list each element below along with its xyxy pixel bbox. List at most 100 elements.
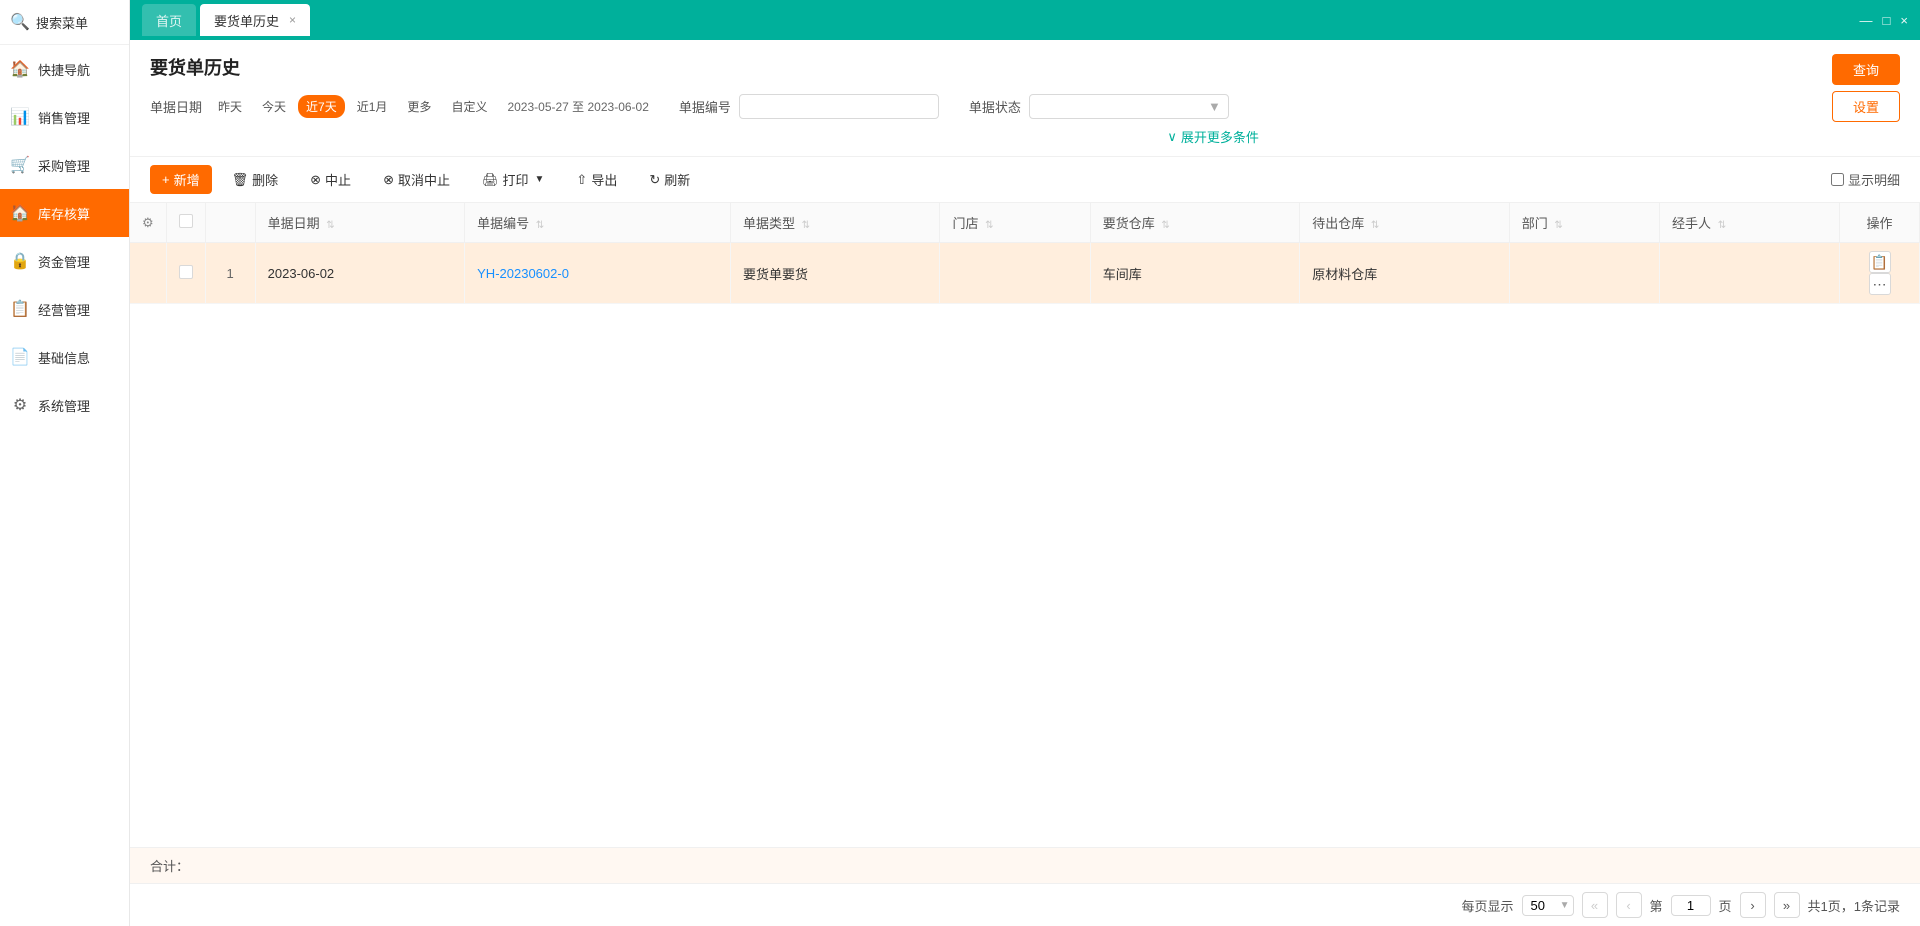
row-bill-no: YH-20230602-0 xyxy=(465,243,731,304)
refresh-label: 刷新 xyxy=(664,170,690,189)
row-more-btn[interactable]: ⋯ xyxy=(1869,273,1891,295)
col-bill-type-label: 单据类型 xyxy=(743,216,795,231)
print-icon: 🖨 xyxy=(482,172,499,188)
status-label: 单据状态 xyxy=(969,97,1021,116)
page-header: 要货单历史 单据日期 昨天 今天 近7天 近1月 更多 自定义 xyxy=(130,40,1920,157)
page-input[interactable] xyxy=(1671,895,1711,916)
query-button[interactable]: 查询 xyxy=(1832,54,1900,85)
show-detail-checkbox[interactable] xyxy=(1831,173,1844,186)
col-handler-sort-icon[interactable]: ⇅ xyxy=(1718,220,1726,231)
col-date-sort-icon[interactable]: ⇅ xyxy=(326,220,334,231)
col-store-sort-icon[interactable]: ⇅ xyxy=(985,220,993,231)
table-row: 1 2023-06-02 YH-20230602-0 要货单要货 车间库 原材料… xyxy=(130,243,1920,304)
tab-close-icon[interactable]: × xyxy=(289,13,296,27)
col-setting[interactable]: ⚙ xyxy=(130,203,166,243)
tab-requisition-history[interactable]: 要货单历史 × xyxy=(200,4,310,36)
row-bill-no-link[interactable]: YH-20230602-0 xyxy=(477,266,569,281)
new-button[interactable]: + 新增 xyxy=(150,165,212,194)
col-department-sort-icon[interactable]: ⇅ xyxy=(1554,220,1562,231)
sidebar-item-quick-nav[interactable]: 🏠 快捷导航 xyxy=(0,45,129,93)
col-handler: 经手人 ⇅ xyxy=(1660,203,1840,243)
row-setting xyxy=(130,243,166,304)
gear-icon: ⚙ xyxy=(10,395,30,415)
col-req-warehouse: 要货仓库 ⇅ xyxy=(1090,203,1299,243)
expand-more-btn[interactable]: ∨ 展开更多条件 xyxy=(1167,127,1259,146)
tab-home[interactable]: 首页 xyxy=(142,4,196,36)
delete-button[interactable]: 🗑 删除 xyxy=(220,165,291,194)
window-minimize-icon[interactable]: — xyxy=(1860,13,1873,28)
row-department xyxy=(1509,243,1659,304)
topbar-right: — □ × xyxy=(1860,13,1908,28)
col-pending-warehouse-sort-icon[interactable]: ⇅ xyxy=(1371,220,1379,231)
topbar: 首页 要货单历史 × — □ × xyxy=(130,0,1920,40)
stop-button[interactable]: ⊗ 中止 xyxy=(298,165,363,194)
new-label: 新增 xyxy=(174,170,200,189)
stop-icon: ⊗ xyxy=(310,172,321,188)
sidebar-item-basic[interactable]: 📄 基础信息 xyxy=(0,333,129,381)
date-btn-today[interactable]: 今天 xyxy=(254,95,294,118)
export-button[interactable]: ⇧ 导出 xyxy=(564,165,629,194)
export-icon: ⇧ xyxy=(576,172,587,188)
refresh-button[interactable]: ↻ 刷新 xyxy=(637,165,702,194)
page-size-select[interactable]: 50 100 200 xyxy=(1522,895,1574,916)
first-page-btn[interactable]: « xyxy=(1582,892,1608,918)
date-btn-yesterday[interactable]: 昨天 xyxy=(210,95,250,118)
toolbar-right: 显示明细 xyxy=(1831,170,1900,189)
status-select[interactable] xyxy=(1029,94,1229,119)
sidebar-item-system[interactable]: ⚙ 系统管理 xyxy=(0,381,129,429)
total-label: 合计： xyxy=(150,859,189,874)
sidebar: 🔍 搜索菜单 🏠 快捷导航 📊 销售管理 🛒 采购管理 🏠 库存核算 🔒 资金管… xyxy=(0,0,130,926)
sidebar-item-sales[interactable]: 📊 销售管理 xyxy=(0,93,129,141)
status-filter-group: 单据状态 ▼ xyxy=(969,94,1229,119)
col-bill-type-sort-icon[interactable]: ⇅ xyxy=(802,220,810,231)
print-button[interactable]: 🖨 打印 ▼ xyxy=(470,165,556,194)
date-btn-custom[interactable]: 自定义 xyxy=(443,95,495,118)
col-req-warehouse-sort-icon[interactable]: ⇅ xyxy=(1161,220,1169,231)
setting-button[interactable]: 设置 xyxy=(1832,91,1900,122)
col-department-label: 部门 xyxy=(1522,216,1548,231)
sidebar-item-purchase[interactable]: 🛒 采购管理 xyxy=(0,141,129,189)
row-edit-btn[interactable]: 📋 xyxy=(1869,251,1891,273)
col-bill-no-sort-icon[interactable]: ⇅ xyxy=(536,220,544,231)
page: 要货单历史 单据日期 昨天 今天 近7天 近1月 更多 自定义 xyxy=(130,40,1920,926)
row-ops: 📋 ⋯ xyxy=(1840,243,1920,304)
data-table: ⚙ 单据日期 ⇅ 单据编号 ⇅ xyxy=(130,203,1920,304)
page-size-label: 每页显示 xyxy=(1461,896,1513,915)
sidebar-item-inventory[interactable]: 🏠 库存核算 xyxy=(0,189,129,237)
col-date-label: 单据日期 xyxy=(268,216,320,231)
show-detail-checkbox-wrap[interactable]: 显示明细 xyxy=(1831,170,1900,189)
col-bill-no: 单据编号 ⇅ xyxy=(465,203,731,243)
status-select-wrap: ▼ xyxy=(1029,94,1229,119)
bill-no-filter-group: 单据编号 xyxy=(679,94,939,119)
col-department: 部门 ⇅ xyxy=(1509,203,1659,243)
row-checkbox-cell xyxy=(166,243,205,304)
sidebar-item-label: 采购管理 xyxy=(38,156,90,175)
row-checkbox[interactable] xyxy=(179,265,193,279)
sidebar-item-operations[interactable]: 📋 经营管理 xyxy=(0,285,129,333)
home-icon: 🏠 xyxy=(10,59,30,79)
date-btn-7days[interactable]: 近7天 xyxy=(298,95,345,118)
refresh-icon: ↻ xyxy=(649,172,660,188)
cancel-stop-button[interactable]: ⊗ 取消中止 xyxy=(371,165,462,194)
date-btn-1month[interactable]: 近1月 xyxy=(349,95,396,118)
tab-home-label: 首页 xyxy=(156,11,182,30)
table-header-row: ⚙ 单据日期 ⇅ 单据编号 ⇅ xyxy=(130,203,1920,243)
select-all-checkbox[interactable] xyxy=(179,214,193,228)
page-title: 要货单历史 xyxy=(150,54,1259,80)
date-btn-more[interactable]: 更多 xyxy=(399,95,439,118)
col-pending-warehouse: 待出仓库 ⇅ xyxy=(1300,203,1509,243)
sidebar-item-finance[interactable]: 🔒 资金管理 xyxy=(0,237,129,285)
col-ops: 操作 xyxy=(1840,203,1920,243)
prev-page-btn[interactable]: ‹ xyxy=(1616,892,1642,918)
export-label: 导出 xyxy=(591,170,617,189)
col-date: 单据日期 ⇅ xyxy=(255,203,464,243)
bill-no-input[interactable] xyxy=(739,94,939,119)
next-page-btn[interactable]: › xyxy=(1740,892,1766,918)
window-maximize-icon[interactable]: □ xyxy=(1883,13,1891,28)
sidebar-search[interactable]: 🔍 搜索菜单 xyxy=(0,0,129,45)
col-pending-warehouse-label: 待出仓库 xyxy=(1312,216,1364,231)
col-store-label: 门店 xyxy=(952,216,978,231)
sidebar-item-label: 资金管理 xyxy=(38,252,90,271)
window-close-icon[interactable]: × xyxy=(1900,13,1908,28)
last-page-btn[interactable]: » xyxy=(1774,892,1800,918)
